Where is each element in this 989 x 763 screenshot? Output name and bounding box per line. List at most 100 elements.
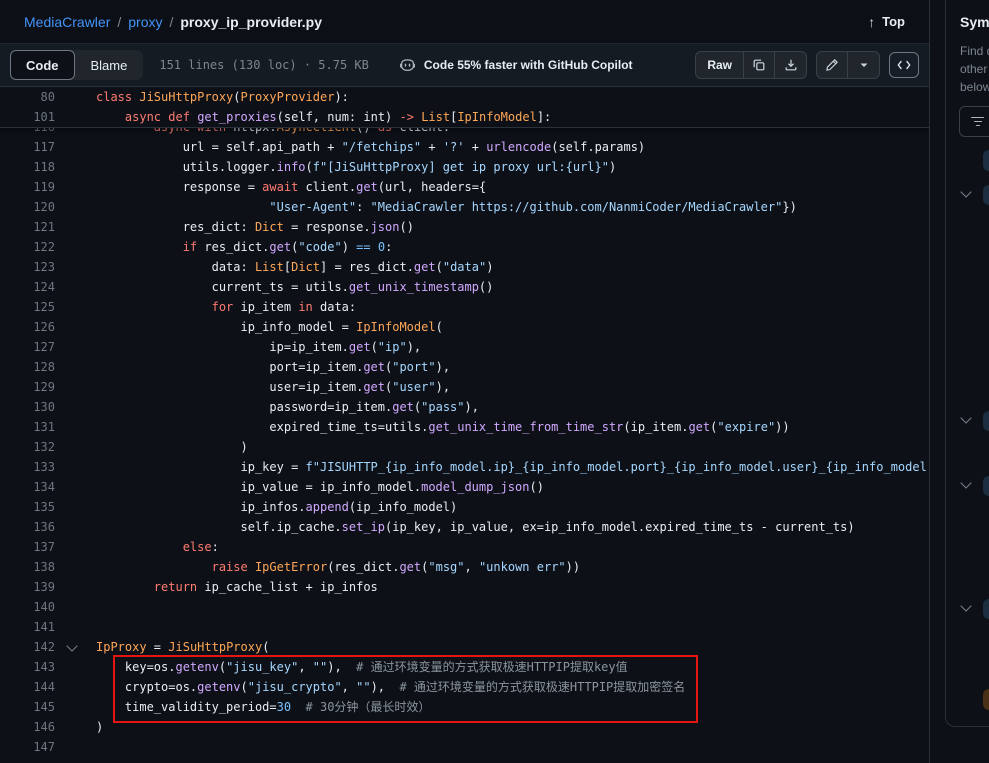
breadcrumb-bar: MediaCrawler / proxy / proxy_ip_provider… [0, 0, 929, 44]
symbol-item[interactable] [983, 476, 989, 496]
symbol-item[interactable] [983, 411, 989, 431]
code-line: 133 ip_key = f"JISUHTTP_{ip_info_model.i… [0, 457, 929, 477]
back-to-top-button[interactable]: ↑ Top [862, 13, 911, 31]
gutter [55, 157, 96, 177]
code-line: 80class JiSuHttpProxy(ProxyProvider): [0, 87, 929, 107]
symbol-item[interactable] [983, 599, 989, 619]
gutter [55, 457, 96, 477]
code-text: response = await client.get(url, headers… [96, 177, 929, 197]
code-line: 137 else: [0, 537, 929, 557]
code-text: raise IpGetError(res_dict.get("msg", "un… [96, 557, 929, 577]
code-line: 118 utils.logger.info(f"[JiSuHttpProxy] … [0, 157, 929, 177]
line-number[interactable]: 122 [0, 237, 55, 257]
code-text: ip_key = f"JISUHTTP_{ip_info_model.ip}_{… [96, 457, 929, 477]
chevron-down-icon[interactable] [960, 186, 971, 197]
code-text: ip_infos.append(ip_info_model) [96, 497, 929, 517]
code-text: utils.logger.info(f"[JiSuHttpProxy] get … [96, 157, 929, 177]
line-number[interactable]: 142 [0, 637, 55, 657]
line-number[interactable]: 132 [0, 437, 55, 457]
gutter [55, 677, 96, 697]
line-number[interactable]: 119 [0, 177, 55, 197]
copilot-banner[interactable]: Code 55% faster with GitHub Copilot [399, 57, 633, 74]
line-number[interactable]: 146 [0, 717, 55, 737]
symbol-item[interactable] [983, 185, 989, 205]
code-line: 101 async def get_proxies(self, num: int… [0, 107, 929, 127]
line-number[interactable]: 117 [0, 137, 55, 157]
collapse-chevron-icon[interactable] [66, 640, 77, 651]
code-line: 119 response = await client.get(url, hea… [0, 177, 929, 197]
breadcrumb-repo-link[interactable]: MediaCrawler [24, 14, 110, 30]
line-number[interactable]: 137 [0, 537, 55, 557]
line-number[interactable]: 128 [0, 357, 55, 377]
line-number[interactable]: 129 [0, 377, 55, 397]
gutter [55, 137, 96, 157]
code-text [96, 617, 929, 637]
line-number[interactable]: 135 [0, 497, 55, 517]
chevron-down-icon[interactable] [960, 477, 971, 488]
line-number[interactable]: 133 [0, 457, 55, 477]
gutter [55, 617, 96, 637]
code-text: for ip_item in data: [96, 297, 929, 317]
gutter [55, 577, 96, 597]
line-number[interactable]: 141 [0, 617, 55, 637]
line-number[interactable]: 130 [0, 397, 55, 417]
line-number[interactable]: 118 [0, 157, 55, 177]
line-number[interactable]: 101 [0, 107, 55, 127]
line-number[interactable]: 121 [0, 217, 55, 237]
line-number[interactable]: 139 [0, 577, 55, 597]
line-number[interactable]: 120 [0, 197, 55, 217]
breadcrumb-separator: / [169, 14, 173, 30]
gutter [55, 557, 96, 577]
code-text: time_validity_period=30 # 30分钟（最长时效） [96, 697, 929, 717]
line-number[interactable]: 126 [0, 317, 55, 337]
edit-dropdown-caret-icon[interactable] [848, 52, 879, 78]
symbols-panel-toggle[interactable] [889, 52, 919, 78]
gutter [55, 297, 96, 317]
copy-icon[interactable] [744, 52, 775, 78]
code-line: 146) [0, 717, 929, 737]
code-text: current_ts = utils.get_unix_timestamp() [96, 277, 929, 297]
gutter [55, 277, 96, 297]
filter-symbols-button[interactable] [959, 106, 989, 137]
line-number[interactable]: 144 [0, 677, 55, 697]
line-number[interactable]: 145 [0, 697, 55, 717]
code-line: 121 res_dict: Dict = response.json() [0, 217, 929, 237]
gutter [55, 597, 96, 617]
line-number[interactable]: 123 [0, 257, 55, 277]
breadcrumb-separator: / [117, 14, 121, 30]
line-number[interactable]: 125 [0, 297, 55, 317]
gutter [55, 437, 96, 457]
edit-pencil-icon[interactable] [817, 52, 848, 78]
raw-copy-download-group: Raw [695, 51, 807, 79]
line-number[interactable]: 127 [0, 337, 55, 357]
code-line: 129 user=ip_item.get("user"), [0, 377, 929, 397]
line-number[interactable]: 147 [0, 737, 55, 757]
code-line: 142IpProxy = JiSuHttpProxy( [0, 637, 929, 657]
copilot-banner-text: Code 55% faster with GitHub Copilot [424, 58, 633, 72]
symbol-item[interactable] [983, 150, 989, 171]
raw-button[interactable]: Raw [696, 52, 744, 78]
code-line: 134 ip_value = ip_info_model.model_dump_… [0, 477, 929, 497]
tab-code[interactable]: Code [10, 50, 75, 80]
code-text: else: [96, 537, 929, 557]
line-number[interactable]: 143 [0, 657, 55, 677]
line-number[interactable]: 134 [0, 477, 55, 497]
tab-blame[interactable]: Blame [75, 50, 144, 80]
gutter [55, 497, 96, 517]
gutter [55, 377, 96, 397]
symbols-panel: Symbols Find definitions and references … [945, 0, 989, 727]
code-line: 131 expired_time_ts=utils.get_unix_time_… [0, 417, 929, 437]
code-line: 130 password=ip_item.get("pass"), [0, 397, 929, 417]
chevron-down-icon[interactable] [960, 600, 971, 611]
line-number[interactable]: 136 [0, 517, 55, 537]
symbol-item[interactable] [983, 689, 989, 710]
line-number[interactable]: 140 [0, 597, 55, 617]
breadcrumb-folder-link[interactable]: proxy [128, 14, 162, 30]
line-number[interactable]: 124 [0, 277, 55, 297]
download-icon[interactable] [775, 52, 806, 78]
chevron-down-icon[interactable] [960, 412, 971, 423]
line-number[interactable]: 80 [0, 87, 55, 107]
line-number[interactable]: 138 [0, 557, 55, 577]
line-number[interactable]: 131 [0, 417, 55, 437]
code-text: url = self.api_path + "/fetchips" + '?' … [96, 137, 929, 157]
